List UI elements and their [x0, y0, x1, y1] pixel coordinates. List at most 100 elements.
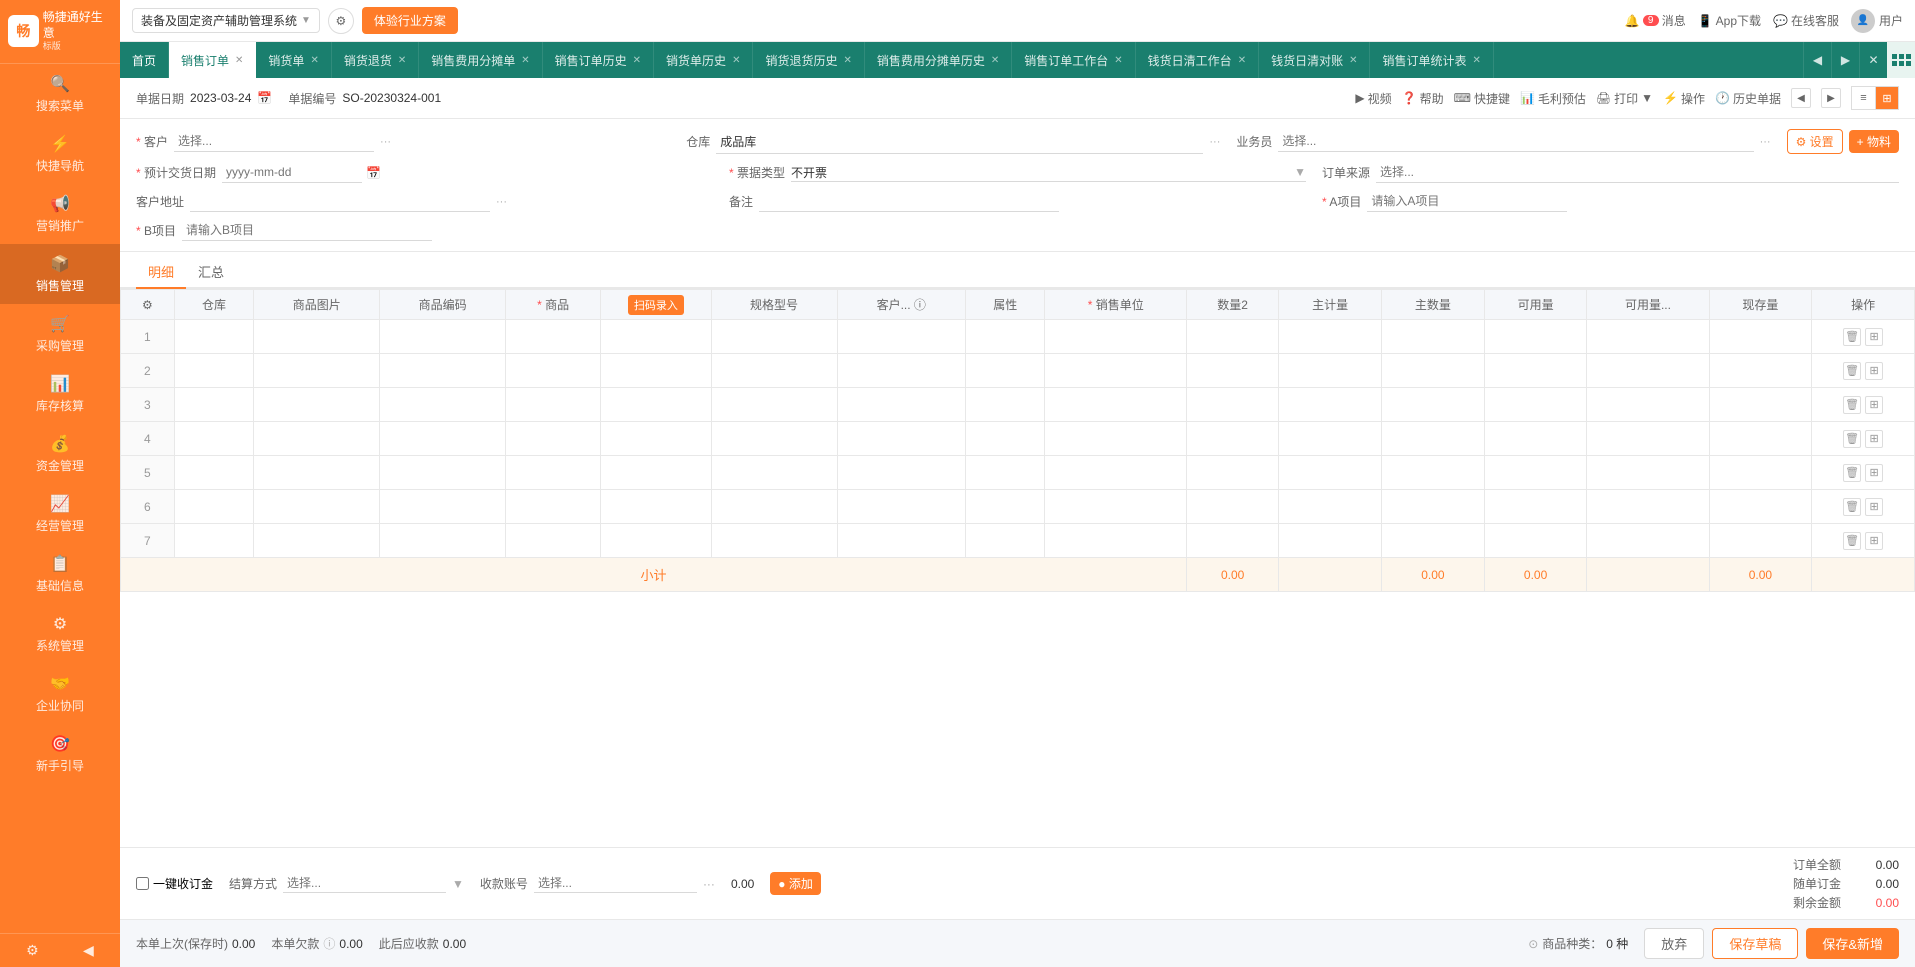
- video-btn[interactable]: ▶ 视频: [1355, 90, 1391, 107]
- row-code-6[interactable]: [380, 490, 506, 524]
- row-sales-unit-5[interactable]: [1045, 456, 1186, 490]
- tab-close-12[interactable]: ✕: [1473, 55, 1481, 66]
- row-available2-5[interactable]: [1587, 456, 1709, 490]
- module-selector[interactable]: 装备及固定资产辅助管理系统 ▼: [132, 8, 320, 33]
- ticket-type-select[interactable]: 不开票 ▼: [791, 164, 1306, 182]
- grid-view-btn[interactable]: ⊞: [1875, 86, 1899, 110]
- row-property-6[interactable]: [966, 490, 1045, 524]
- payment-dropdown-icon[interactable]: ▼: [452, 877, 464, 891]
- warehouse-value[interactable]: 成品库: [716, 130, 1203, 154]
- sidebar-item-9[interactable]: ⚙系统管理: [0, 604, 120, 664]
- row-product-2[interactable]: [506, 354, 601, 388]
- row-product-7[interactable]: [506, 524, 601, 558]
- row-product-4[interactable]: [506, 422, 601, 456]
- history-btn[interactable]: 🕐 历史单据: [1715, 90, 1781, 107]
- row-customer-code-2[interactable]: [837, 354, 966, 388]
- row-product-3[interactable]: [506, 388, 601, 422]
- row-customer-code-1[interactable]: [837, 320, 966, 354]
- row-main-qty-2[interactable]: [1382, 354, 1485, 388]
- row-code-3[interactable]: [380, 388, 506, 422]
- sidebar-item-2[interactable]: 📢营销推广: [0, 184, 120, 244]
- row-customer-code-6[interactable]: [837, 490, 966, 524]
- row-qty2-7[interactable]: [1186, 524, 1278, 558]
- row-copy-5[interactable]: ⊞: [1865, 464, 1883, 482]
- row-available2-2[interactable]: [1587, 354, 1709, 388]
- row-stock-5[interactable]: [1709, 456, 1812, 490]
- tab-12[interactable]: 销售订单统计表✕: [1370, 42, 1493, 78]
- tab-summary[interactable]: 汇总: [186, 256, 236, 289]
- row-available-2[interactable]: [1484, 354, 1587, 388]
- row-main-unit-2[interactable]: [1279, 354, 1382, 388]
- sidebar-item-3[interactable]: 📦销售管理: [0, 244, 120, 304]
- row-customer-code-5[interactable]: [837, 456, 966, 490]
- tab-close-7[interactable]: ✕: [843, 55, 851, 66]
- row-copy-7[interactable]: ⊞: [1865, 532, 1883, 550]
- row-delete-7[interactable]: 🗑: [1843, 532, 1861, 550]
- industry-btn[interactable]: 体验行业方案: [362, 7, 458, 34]
- row-sales-unit-7[interactable]: [1045, 524, 1186, 558]
- sidebar-item-1[interactable]: ⚡快捷导航: [0, 124, 120, 184]
- row-available-6[interactable]: [1484, 490, 1587, 524]
- tab-grid-icon[interactable]: [1887, 42, 1915, 78]
- sidebar-item-5[interactable]: 📊库存核算: [0, 364, 120, 424]
- calendar-icon[interactable]: 📅: [257, 91, 272, 105]
- row-stock-6[interactable]: [1709, 490, 1812, 524]
- row-warehouse-6[interactable]: [174, 490, 253, 524]
- discard-btn[interactable]: 放弃: [1644, 928, 1704, 959]
- tab-close-btn[interactable]: ✕: [1859, 42, 1887, 78]
- tab-1[interactable]: 销售订单✕: [169, 42, 256, 78]
- row-delete-4[interactable]: 🗑: [1843, 430, 1861, 448]
- row-main-unit-7[interactable]: [1279, 524, 1382, 558]
- row-sales-unit-1[interactable]: [1045, 320, 1186, 354]
- salesperson-input[interactable]: [1278, 131, 1753, 152]
- row-customer-code-7[interactable]: [837, 524, 966, 558]
- row-warehouse-2[interactable]: [174, 354, 253, 388]
- tab-10[interactable]: 钱货日清工作台✕: [1136, 42, 1259, 78]
- operation-btn[interactable]: ⚡ 操作: [1663, 90, 1705, 107]
- th-settings[interactable]: ⚙: [121, 290, 175, 320]
- one-click-checkbox-input[interactable]: [136, 877, 149, 890]
- tab-9[interactable]: 销售订单工作台✕: [1012, 42, 1135, 78]
- row-property-7[interactable]: [966, 524, 1045, 558]
- row-sales-unit-6[interactable]: [1045, 490, 1186, 524]
- row-spec-1[interactable]: [711, 320, 837, 354]
- row-warehouse-1[interactable]: [174, 320, 253, 354]
- tab-3[interactable]: 销货退货✕: [332, 42, 419, 78]
- tab-detail[interactable]: 明细: [136, 256, 186, 289]
- row-stock-2[interactable]: [1709, 354, 1812, 388]
- row-main-unit-3[interactable]: [1279, 388, 1382, 422]
- sidebar-item-8[interactable]: 📋基础信息: [0, 544, 120, 604]
- row-product-5[interactable]: [506, 456, 601, 490]
- row-available2-6[interactable]: [1587, 490, 1709, 524]
- tab-5[interactable]: 销售订单历史✕: [543, 42, 654, 78]
- sidebar-item-4[interactable]: 🛒采购管理: [0, 304, 120, 364]
- setup-btn[interactable]: ⚙ 设置: [1787, 129, 1843, 154]
- row-available-4[interactable]: [1484, 422, 1587, 456]
- row-product-6[interactable]: [506, 490, 601, 524]
- row-warehouse-5[interactable]: [174, 456, 253, 490]
- row-copy-4[interactable]: ⊞: [1865, 430, 1883, 448]
- shortcut-btn[interactable]: ⌨ 快捷键: [1454, 90, 1510, 107]
- profit-btn[interactable]: 📊 毛利预估: [1520, 90, 1586, 107]
- row-available-3[interactable]: [1484, 388, 1587, 422]
- tab-7[interactable]: 销货退货历史✕: [753, 42, 864, 78]
- sidebar-item-7[interactable]: 📈经营管理: [0, 484, 120, 544]
- tab-close-5[interactable]: ✕: [633, 55, 641, 66]
- row-main-qty-5[interactable]: [1382, 456, 1485, 490]
- customer-more-icon[interactable]: ···: [380, 136, 391, 148]
- row-available2-7[interactable]: [1587, 524, 1709, 558]
- row-main-unit-1[interactable]: [1279, 320, 1382, 354]
- account-more-icon[interactable]: ···: [703, 877, 715, 891]
- row-stock-1[interactable]: [1709, 320, 1812, 354]
- row-spec-7[interactable]: [711, 524, 837, 558]
- row-available-7[interactable]: [1484, 524, 1587, 558]
- row-qty2-4[interactable]: [1186, 422, 1278, 456]
- tab-close-9[interactable]: ✕: [1114, 55, 1122, 66]
- print-btn[interactable]: 🖨 打印 ▼: [1596, 90, 1653, 107]
- tab-2[interactable]: 销货单✕: [256, 42, 331, 78]
- delivery-date-input[interactable]: [222, 162, 362, 183]
- row-qty2-2[interactable]: [1186, 354, 1278, 388]
- row-copy-3[interactable]: ⊞: [1865, 396, 1883, 414]
- row-property-5[interactable]: [966, 456, 1045, 490]
- row-main-qty-7[interactable]: [1382, 524, 1485, 558]
